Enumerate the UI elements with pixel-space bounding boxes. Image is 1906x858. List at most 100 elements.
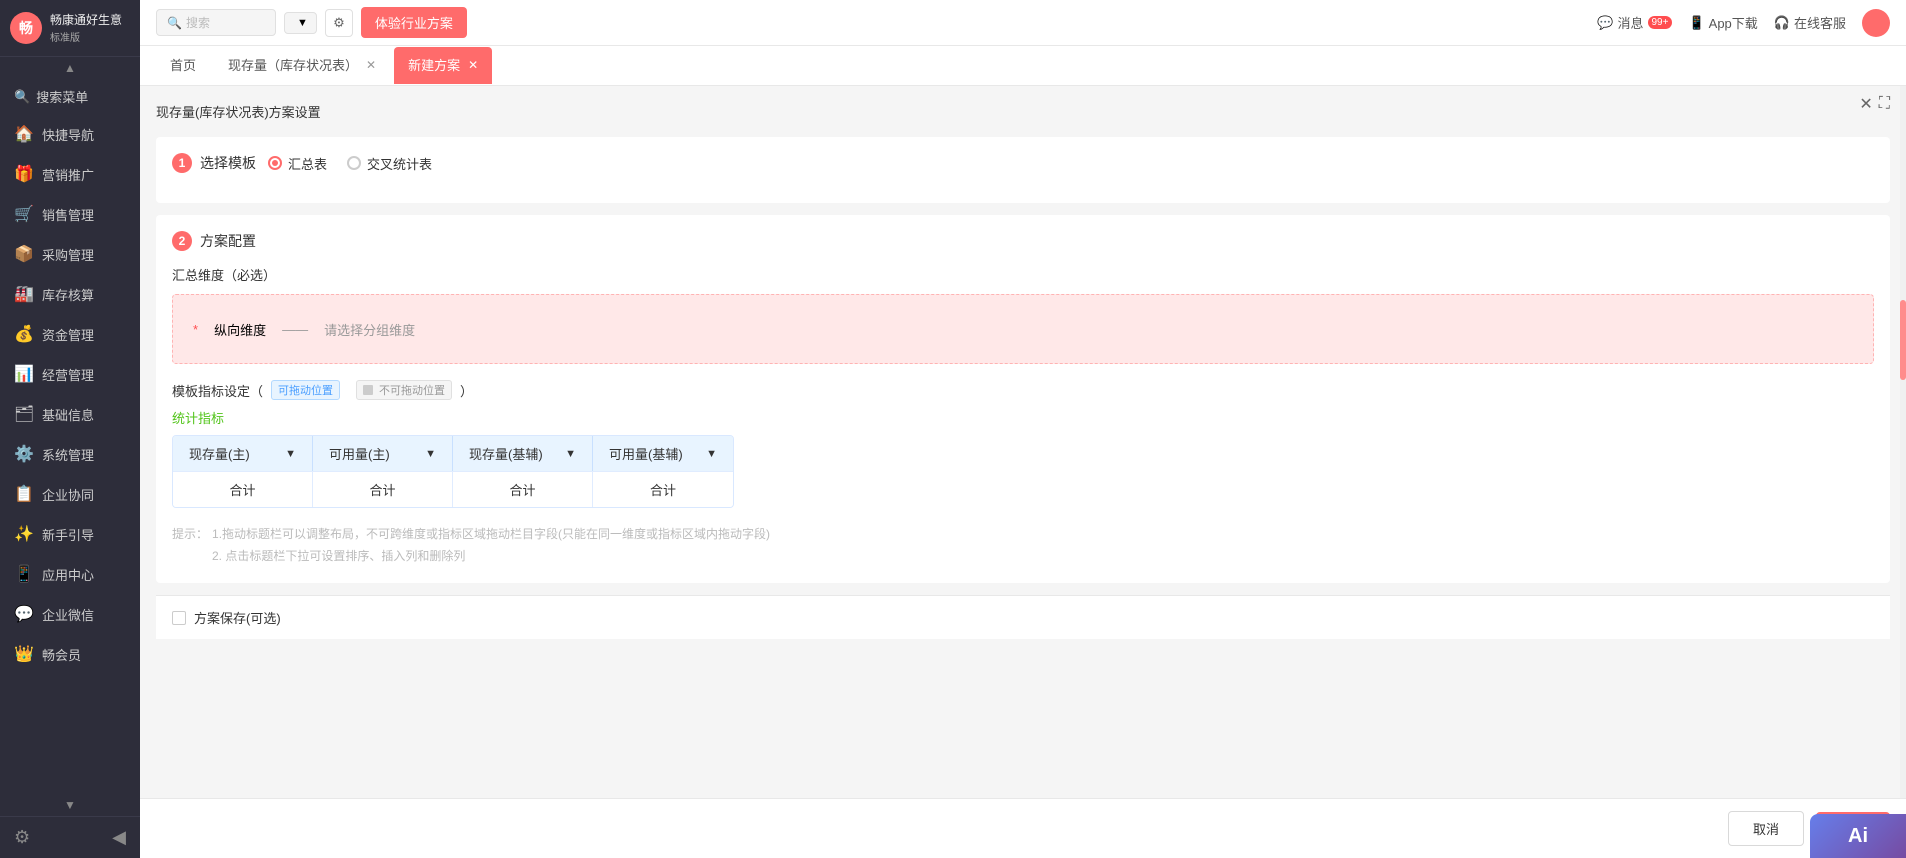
tip-text-1: 2. 点击标题栏下拉可设置排序、插入列和删除列 bbox=[212, 546, 465, 568]
search-icon: 🔍 bbox=[14, 89, 30, 105]
tip-0: 提示： 1.拖动标题栏可以调整布局，不可跨维度或指标区域拖动栏目字段(只能在同一… bbox=[172, 524, 1874, 546]
col1-chevron: ▼ bbox=[425, 448, 436, 460]
chart-icon: 📊 bbox=[14, 364, 34, 384]
col0-chevron: ▼ bbox=[285, 448, 296, 460]
main-area: 🔍 搜索 ▼ ⚙ 体验行业方案 💬 消息 99+ 📱 App下载 bbox=[140, 0, 1906, 858]
app-download-label: App下载 bbox=[1709, 13, 1758, 32]
radio-summary[interactable]: 汇总表 bbox=[268, 154, 327, 173]
topbar-search-box[interactable]: 🔍 搜索 bbox=[156, 9, 276, 36]
sidebar-item-inventory-label: 库存核算 bbox=[42, 285, 94, 304]
sidebar-item-appstore-label: 应用中心 bbox=[42, 565, 94, 584]
step1-section: 1 选择模板 汇总表 交叉统计表 bbox=[156, 137, 1890, 203]
expand-panel-button[interactable]: ⛶ bbox=[1879, 95, 1890, 113]
col0-label: 现存量(主) bbox=[189, 444, 250, 463]
user-avatar[interactable] bbox=[1862, 9, 1890, 37]
headset-icon: 🎧 bbox=[1774, 15, 1790, 31]
stats-header-col-2[interactable]: 现存量(基辅) ▼ bbox=[453, 436, 593, 471]
chevron-down-icon: ▼ bbox=[297, 17, 308, 29]
tab-new-plan[interactable]: 新建方案 ✕ bbox=[394, 47, 492, 84]
experience-button[interactable]: 体验行业方案 bbox=[361, 7, 467, 38]
sidebar-item-inventory[interactable]: 🏭 库存核算 bbox=[0, 274, 140, 314]
gift-icon: 🎁 bbox=[14, 164, 34, 184]
vertical-dim-label: 纵向维度 bbox=[214, 320, 266, 339]
message-button[interactable]: 💬 消息 99+ bbox=[1597, 13, 1672, 32]
topbar-gear-button[interactable]: ⚙ bbox=[325, 9, 353, 37]
sidebar-item-finance[interactable]: 💰 资金管理 bbox=[0, 314, 140, 354]
sidebar-item-appstore[interactable]: 📱 应用中心 bbox=[0, 554, 140, 594]
sidebar-item-finance-label: 资金管理 bbox=[42, 325, 94, 344]
topbar-dropdown[interactable]: ▼ bbox=[284, 12, 317, 34]
step2-section: 2 方案配置 汇总维度（必选） * 纵向维度 —— 请选择分组维度 模板指标设定… bbox=[156, 215, 1890, 583]
sidebar-item-wechat[interactable]: 💬 企业微信 bbox=[0, 594, 140, 634]
right-scrollbar[interactable] bbox=[1900, 86, 1906, 798]
topbar-right: 💬 消息 99+ 📱 App下载 🎧 在线客服 bbox=[1597, 9, 1890, 37]
app-download-button[interactable]: 📱 App下载 bbox=[1688, 13, 1757, 32]
close-panel-button[interactable]: ✕ bbox=[1859, 94, 1872, 114]
sidebar-collapse-icon[interactable]: ◀ bbox=[112, 827, 126, 848]
dim-placeholder: 请选择分组维度 bbox=[324, 320, 415, 339]
tab-home-label: 首页 bbox=[170, 55, 196, 74]
tab-inventory-close[interactable]: ✕ bbox=[366, 58, 376, 72]
tab-new-plan-close[interactable]: ✕ bbox=[468, 58, 478, 72]
ai-badge[interactable]: Ai bbox=[1810, 814, 1906, 858]
save-checkbox[interactable] bbox=[172, 611, 186, 625]
tips-box: 提示： 1.拖动标题栏可以调整布局，不可跨维度或指标区域拖动栏目字段(只能在同一… bbox=[172, 524, 1874, 567]
topbar-search-placeholder: 搜索 bbox=[186, 14, 210, 31]
save-label: 方案保存(可选) bbox=[194, 608, 281, 627]
tab-home[interactable]: 首页 bbox=[156, 47, 210, 84]
cancel-button[interactable]: 取消 bbox=[1728, 811, 1804, 846]
scrollbar-thumb bbox=[1900, 300, 1906, 380]
col3-chevron: ▼ bbox=[706, 448, 717, 460]
stats-header-col-1[interactable]: 可用量(主) ▼ bbox=[313, 436, 453, 471]
step2-header: 2 方案配置 bbox=[172, 231, 1874, 251]
sidebar-scroll-down[interactable]: ▼ bbox=[0, 794, 140, 816]
tip-text-0: 1.拖动标题栏可以调整布局，不可跨维度或指标区域拖动栏目字段(只能在同一维度或指… bbox=[212, 524, 770, 546]
sidebar-item-system[interactable]: ⚙️ 系统管理 bbox=[0, 434, 140, 474]
sidebar-item-quicknav-label: 快捷导航 bbox=[42, 125, 94, 144]
online-service-label: 在线客服 bbox=[1794, 13, 1846, 32]
sidebar-item-marketing[interactable]: 🎁 营销推广 bbox=[0, 154, 140, 194]
tab-new-plan-label: 新建方案 bbox=[408, 55, 460, 74]
sidebar-menu: 🔍 搜索菜单 🏠 快捷导航 🎁 营销推广 🛒 销售管理 📦 采购管理 🏭 库存核… bbox=[0, 79, 140, 794]
sidebar-item-quicknav[interactable]: 🏠 快捷导航 bbox=[0, 114, 140, 154]
stats-cell-0-1: 合计 bbox=[313, 472, 453, 507]
app-edition: 标准版 bbox=[50, 29, 122, 44]
tab-inventory-label: 现存量（库存状况表） bbox=[228, 55, 358, 74]
message-badge: 99+ bbox=[1648, 16, 1673, 29]
sidebar-item-operations[interactable]: 📊 经营管理 bbox=[0, 354, 140, 394]
sidebar-item-sales[interactable]: 🛒 销售管理 bbox=[0, 194, 140, 234]
stats-header-col-0[interactable]: 现存量(主) ▼ bbox=[173, 436, 313, 471]
online-service-button[interactable]: 🎧 在线客服 bbox=[1774, 13, 1846, 32]
col2-chevron: ▼ bbox=[565, 448, 576, 460]
tip-prefix-0: 提示： bbox=[172, 524, 208, 546]
save-row: 方案保存(可选) bbox=[156, 595, 1890, 639]
sidebar-item-search-label: 搜索菜单 bbox=[36, 87, 88, 106]
crown-icon: 👑 bbox=[14, 644, 34, 664]
sidebar-item-member[interactable]: 👑 畅会员 bbox=[0, 634, 140, 674]
col1-label: 可用量(主) bbox=[329, 444, 390, 463]
settings-icon[interactable]: ⚙ bbox=[14, 827, 30, 848]
stats-row-0: 合计 合计 合计 合计 bbox=[173, 471, 733, 507]
sidebar-item-system-label: 系统管理 bbox=[42, 445, 94, 464]
doc-icon: 📋 bbox=[14, 484, 34, 504]
content-area: ✕ ⛶ 现存量(库存状况表)方案设置 1 选择模板 汇总表 交叉统计表 bbox=[140, 86, 1906, 798]
sidebar-item-search[interactable]: 🔍 搜索菜单 bbox=[0, 79, 140, 114]
tab-inventory[interactable]: 现存量（库存状况表） ✕ bbox=[214, 47, 390, 84]
sidebar-item-base[interactable]: 🗂 基础信息 bbox=[0, 394, 140, 434]
topbar-left: 🔍 搜索 ▼ ⚙ 体验行业方案 bbox=[156, 7, 1585, 38]
col3-label: 可用量(基辅) bbox=[609, 444, 683, 463]
sidebar-item-newbie[interactable]: ✨ 新手引导 bbox=[0, 514, 140, 554]
dimension-box[interactable]: * 纵向维度 —— 请选择分组维度 bbox=[172, 294, 1874, 364]
radio-crosstab[interactable]: 交叉统计表 bbox=[347, 154, 432, 173]
dimension-label: 汇总维度（必选） bbox=[172, 265, 1874, 284]
sidebar-item-purchase[interactable]: 📦 采购管理 bbox=[0, 234, 140, 274]
sidebar: 畅 畅康通好生意 标准版 ▲ 🔍 搜索菜单 🏠 快捷导航 🎁 营销推广 🛒 销售… bbox=[0, 0, 140, 858]
sidebar-scroll-up[interactable]: ▲ bbox=[0, 57, 140, 79]
sidebar-item-wechat-label: 企业微信 bbox=[42, 605, 94, 624]
stats-header-col-3[interactable]: 可用量(基辅) ▼ bbox=[593, 436, 733, 471]
tag-fixed: 不可拖动位置 bbox=[356, 380, 452, 400]
sidebar-item-contract[interactable]: 📋 企业协同 bbox=[0, 474, 140, 514]
stats-cell-0-0: 合计 bbox=[173, 472, 313, 507]
mobile-icon: 📱 bbox=[14, 564, 34, 584]
sidebar-item-contract-label: 企业协同 bbox=[42, 485, 94, 504]
